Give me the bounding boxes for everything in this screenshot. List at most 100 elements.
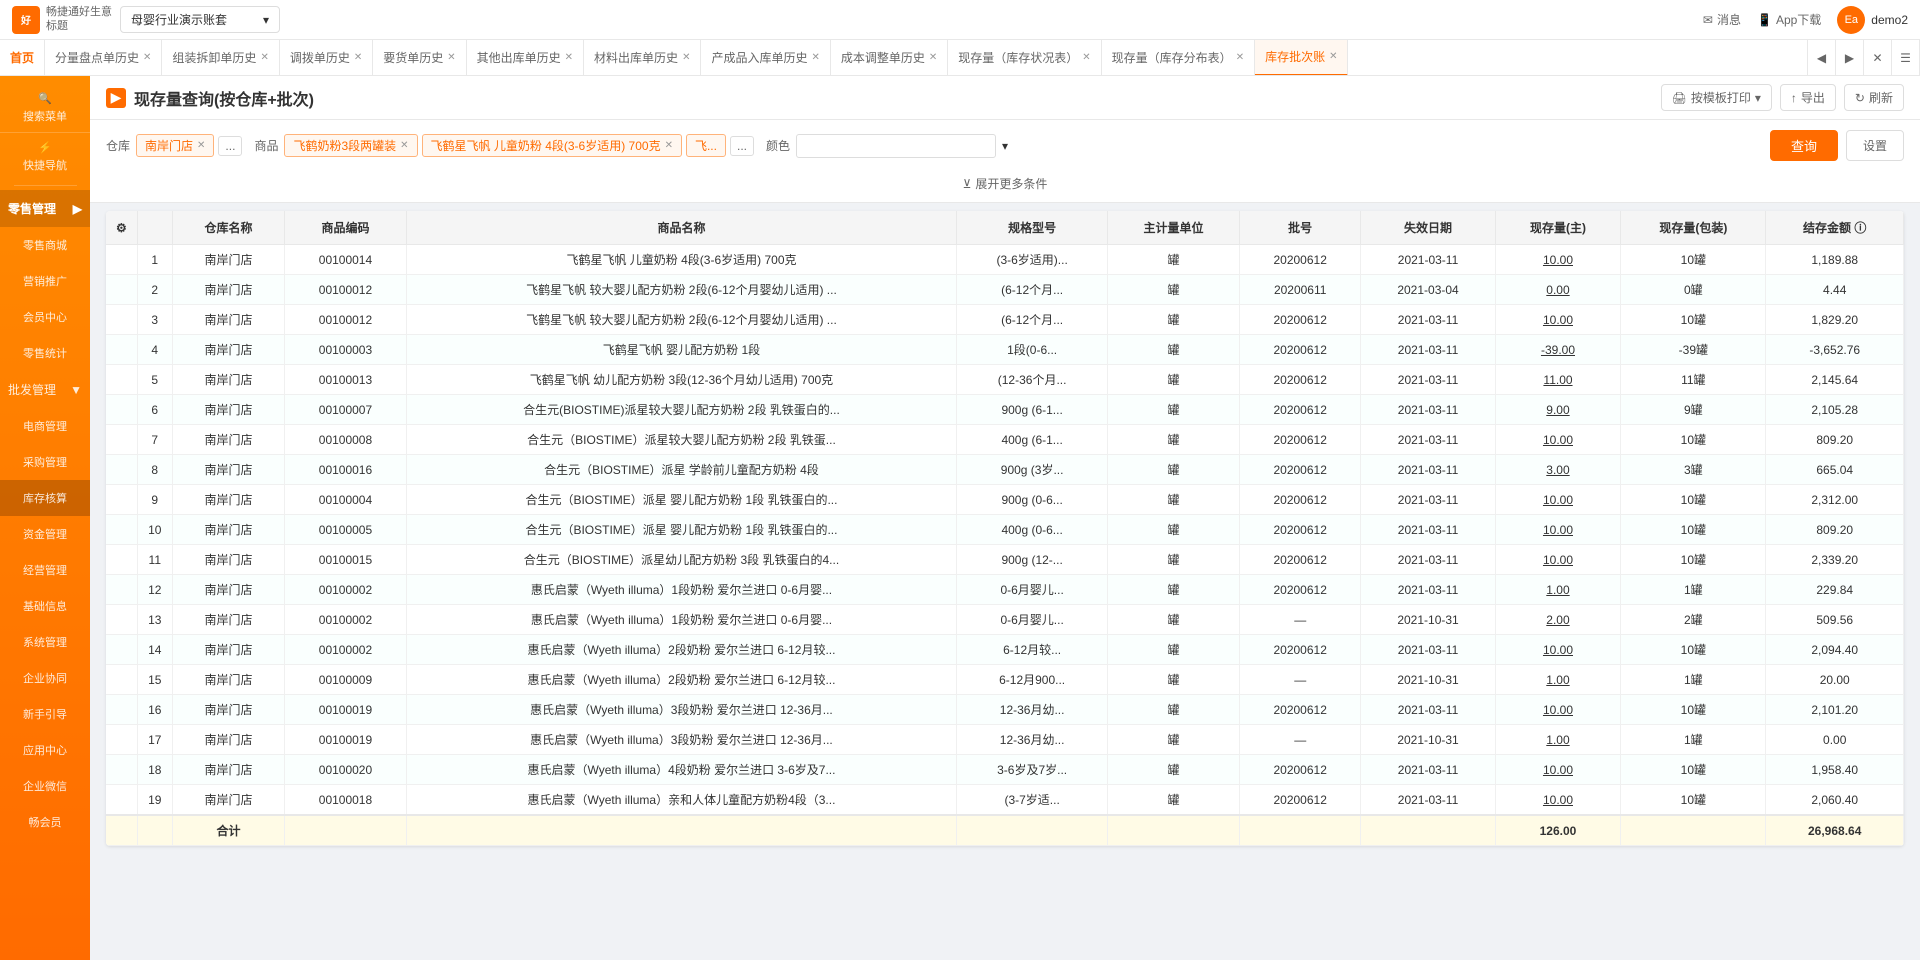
company-selector[interactable]: 母婴行业演示账套 ▾: [120, 6, 280, 33]
tab-zuchai[interactable]: 组装拆卸单历史 ✕: [162, 40, 279, 76]
tab-close-icon[interactable]: ✕: [447, 52, 455, 63]
product-more[interactable]: ...: [730, 136, 754, 156]
table-cell[interactable]: 1.00: [1495, 575, 1621, 605]
table-cell[interactable]: 0.00: [1495, 275, 1621, 305]
tab-prev-btn[interactable]: ◀: [1808, 40, 1836, 76]
warehouse-more[interactable]: ...: [218, 136, 242, 156]
tab-tiaoBo[interactable]: 调拨单历史 ✕: [280, 40, 373, 76]
tab-yaohuo[interactable]: 要货单历史 ✕: [373, 40, 466, 76]
sidebar-quick-nav-btn[interactable]: ⚡ 快捷导航: [0, 133, 90, 181]
settings-btn[interactable]: 设置: [1846, 130, 1904, 161]
table-cell[interactable]: 10.00: [1495, 305, 1621, 335]
table-cell[interactable]: 9.00: [1495, 395, 1621, 425]
tab-cailiao[interactable]: 材料出库单历史 ✕: [584, 40, 701, 76]
sidebar-item-stock[interactable]: 库存核算: [0, 480, 90, 516]
table-cell[interactable]: 10.00: [1495, 425, 1621, 455]
sidebar-item-appcenter[interactable]: 应用中心: [0, 732, 90, 768]
table-cell: 20200612: [1240, 545, 1361, 575]
table-cell[interactable]: 1.00: [1495, 665, 1621, 695]
sidebar-item-purchase[interactable]: 采购管理: [0, 444, 90, 480]
table-cell: 2021-10-31: [1361, 665, 1495, 695]
tab-kucun[interactable]: 库存批次账 ✕: [1255, 40, 1348, 76]
table-row: 2南岸门店00100012飞鹤星飞帆 较大婴儿配方奶粉 2段(6-12个月婴幼儿…: [106, 275, 1904, 305]
sidebar-item-ops[interactable]: 经营管理: [0, 552, 90, 588]
tab-chengben[interactable]: 成本调整单历史 ✕: [831, 40, 948, 76]
sidebar-item-marketing[interactable]: 营销推广: [0, 263, 90, 299]
tab-next-btn[interactable]: ▶: [1836, 40, 1864, 76]
tab-close-icon[interactable]: ✕: [929, 52, 937, 63]
sidebar-item-finance[interactable]: 资金管理: [0, 516, 90, 552]
tab-close-icon[interactable]: ✕: [682, 52, 690, 63]
tab-close-icon[interactable]: ✕: [1236, 52, 1244, 63]
table-cell[interactable]: -39.00: [1495, 335, 1621, 365]
table-cell[interactable]: 10.00: [1495, 635, 1621, 665]
tab-qitachu[interactable]: 其他出库单历史 ✕: [467, 40, 584, 76]
tab-close-icon[interactable]: ✕: [260, 52, 268, 63]
table-cell: 惠氏启蒙（Wyeth illuma）4段奶粉 爱尔兰进口 3-6岁及7...: [406, 755, 957, 785]
table-cell[interactable]: 10.00: [1495, 515, 1621, 545]
sidebar-item-vip[interactable]: 畅会员: [0, 804, 90, 840]
query-btn[interactable]: 查询: [1770, 130, 1838, 161]
tab-xiancun1[interactable]: 现存量（库存状况表） ✕: [948, 40, 1101, 76]
tab-close-all-btn[interactable]: ✕: [1864, 40, 1892, 76]
tab-close-icon[interactable]: ✕: [1082, 52, 1090, 63]
table-cell[interactable]: 11.00: [1495, 365, 1621, 395]
tab-close-icon[interactable]: ✕: [354, 52, 362, 63]
sidebar-item-guide[interactable]: 新手引导: [0, 696, 90, 732]
table-cell: (3-7岁适...: [957, 785, 1108, 816]
table-cell[interactable]: 3.00: [1495, 455, 1621, 485]
table-cell[interactable]: 1.00: [1495, 725, 1621, 755]
table-cell[interactable]: 10.00: [1495, 545, 1621, 575]
tab-xiancun2[interactable]: 现存量（库存分布表） ✕: [1102, 40, 1255, 76]
expand-sidebar-btn[interactable]: ▶: [106, 88, 126, 108]
tab-home[interactable]: 首页: [0, 40, 45, 76]
product-tag-remove-1[interactable]: ✕: [665, 140, 673, 151]
sidebar-item-retail-mgmt[interactable]: 零售管理 ▶: [0, 190, 90, 227]
table-cell: 20200612: [1240, 575, 1361, 605]
table-cell: 20.00: [1766, 665, 1904, 695]
color-input[interactable]: [796, 134, 996, 158]
table-cell[interactable]: 10.00: [1495, 695, 1621, 725]
sidebar-item-retail-shop[interactable]: 零售商城: [0, 227, 90, 263]
table-cell: 0-6月婴儿...: [957, 605, 1108, 635]
table-cell: 10罐: [1621, 545, 1766, 575]
warehouse-header: 仓库名称: [172, 211, 285, 245]
sidebar-item-ecommerce[interactable]: 电商管理: [0, 408, 90, 444]
refresh-btn[interactable]: ↻ 刷新: [1844, 84, 1904, 111]
expand-conditions-btn[interactable]: ⊻ 展开更多条件: [963, 175, 1048, 192]
unit-header: 主计量单位: [1107, 211, 1239, 245]
sidebar-search-btn[interactable]: 🔍 搜索菜单: [0, 84, 90, 133]
table-cell: 00100014: [285, 245, 406, 275]
table-cell[interactable]: 10.00: [1495, 785, 1621, 816]
app-download-btn[interactable]: 📱 App下载: [1757, 11, 1821, 28]
sidebar-item-system[interactable]: 系统管理: [0, 624, 90, 660]
sidebar-item-corp[interactable]: 企业协同: [0, 660, 90, 696]
tab-menu-btn[interactable]: ☰: [1892, 40, 1920, 76]
sidebar-item-retail-stats[interactable]: 零售统计: [0, 335, 90, 371]
sidebar-item-basic[interactable]: 基础信息: [0, 588, 90, 624]
settings-col-header[interactable]: ⚙: [106, 211, 137, 245]
tab-close-icon[interactable]: ✕: [143, 52, 151, 63]
tab-close-icon[interactable]: ✕: [1329, 51, 1337, 62]
sidebar-item-corpwechat[interactable]: 企业微信: [0, 768, 90, 804]
settings-cell: [106, 785, 137, 816]
table-cell: 2021-03-04: [1361, 275, 1495, 305]
table-cell[interactable]: 2.00: [1495, 605, 1621, 635]
message-btn[interactable]: ✉ 消息: [1703, 11, 1741, 28]
product-tag-remove-0[interactable]: ✕: [400, 140, 408, 151]
tab-fenpan[interactable]: 分量盘点单历史 ✕: [45, 40, 162, 76]
table-cell[interactable]: 10.00: [1495, 245, 1621, 275]
tab-close-icon[interactable]: ✕: [565, 52, 573, 63]
tab-close-icon[interactable]: ✕: [811, 52, 819, 63]
table-cell: 0-6月婴儿...: [957, 575, 1108, 605]
export-btn[interactable]: ↑ 导出: [1780, 84, 1836, 111]
warehouse-tag-remove-0[interactable]: ✕: [197, 140, 205, 151]
tab-chancheng[interactable]: 产成品入库单历史 ✕: [701, 40, 830, 76]
spec-header: 规格型号: [957, 211, 1108, 245]
user-menu[interactable]: Ea demo2: [1837, 6, 1908, 34]
table-cell[interactable]: 10.00: [1495, 485, 1621, 515]
table-cell[interactable]: 10.00: [1495, 755, 1621, 785]
sidebar-item-wholesale[interactable]: 批发管理 ▼: [0, 371, 90, 408]
print-btn[interactable]: 🖨 按模板打印 ▾: [1661, 84, 1772, 111]
sidebar-item-member[interactable]: 会员中心: [0, 299, 90, 335]
